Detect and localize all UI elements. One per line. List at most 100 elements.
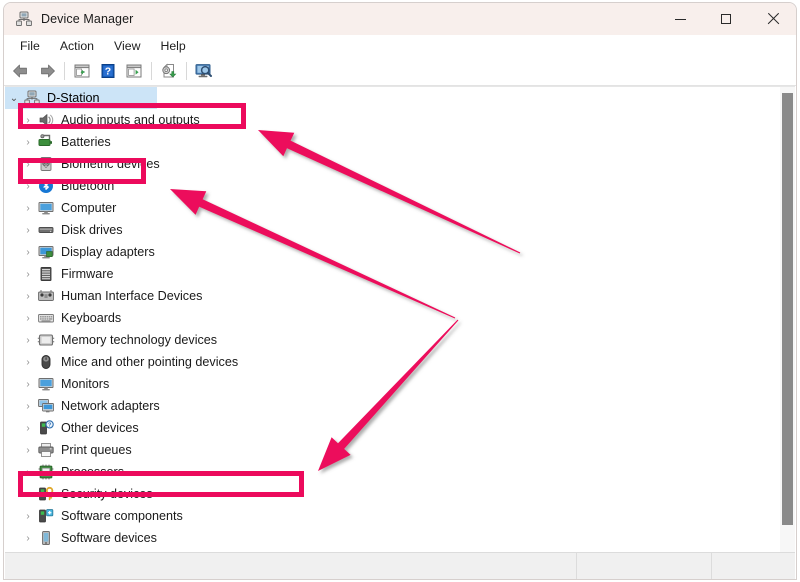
tree-item-label: Human Interface Devices: [61, 290, 202, 303]
tree-item[interactable]: › Software components: [5, 505, 795, 527]
tree-item-label: Other devices: [61, 422, 139, 435]
tree-item[interactable]: › Human Interface Devices: [5, 285, 795, 307]
chevron-right-icon[interactable]: ›: [19, 511, 37, 522]
tree-item-label: Processors: [61, 466, 124, 479]
software-component-icon: [37, 507, 55, 525]
tree-item[interactable]: › Software devices: [5, 527, 795, 549]
scan-hardware-changes-button[interactable]: [191, 59, 217, 83]
chevron-right-icon[interactable]: ›: [19, 467, 37, 478]
tree-item[interactable]: › Print queues: [5, 439, 795, 461]
chevron-right-icon[interactable]: ›: [19, 379, 37, 390]
chevron-right-icon[interactable]: ›: [19, 335, 37, 346]
status-segment-secondary: [577, 553, 712, 579]
menu-item-file[interactable]: File: [10, 37, 50, 55]
back-button[interactable]: [8, 59, 34, 83]
vertical-scrollbar[interactable]: [780, 87, 795, 552]
tree-item[interactable]: › Display adapters: [5, 241, 795, 263]
tree-item[interactable]: ›? Other devices: [5, 417, 795, 439]
chevron-right-icon[interactable]: ›: [19, 115, 37, 126]
device-tree: ⌄ D-Station ›Audio inputs: [5, 87, 795, 552]
close-button[interactable]: [749, 3, 796, 35]
chevron-right-icon[interactable]: ›: [19, 423, 37, 434]
update-driver-button[interactable]: [156, 59, 182, 83]
tree-item-label: Print queues: [61, 444, 132, 457]
toolbar-separator: [151, 62, 152, 80]
tree-item-label: Software devices: [61, 532, 157, 545]
chevron-right-icon[interactable]: ›: [19, 291, 37, 302]
maximize-button[interactable]: [703, 3, 749, 35]
chevron-down-icon[interactable]: ⌄: [5, 93, 23, 104]
display-adapter-icon: [37, 243, 55, 261]
properties-button[interactable]: [121, 59, 147, 83]
tree-item[interactable]: › Memory technology devices: [5, 329, 795, 351]
tree-item[interactable]: › Audio inputs and outputs: [5, 109, 795, 131]
toolbar: ?: [4, 57, 796, 86]
chevron-right-icon[interactable]: ›: [19, 357, 37, 368]
title-bar[interactable]: Device Manager: [4, 3, 796, 35]
tree-item-label: Bluetooth: [61, 180, 114, 193]
tree-item[interactable]: ›Disk drives: [5, 219, 795, 241]
chevron-right-icon[interactable]: ›: [19, 533, 37, 544]
chevron-right-icon[interactable]: ›: [19, 269, 37, 280]
forward-arrow-icon: [37, 62, 57, 80]
memory-icon: [37, 331, 55, 349]
tree-item[interactable]: ›Computer: [5, 197, 795, 219]
chevron-right-icon[interactable]: ›: [19, 313, 37, 324]
chevron-right-icon[interactable]: ›: [19, 489, 37, 500]
help-button[interactable]: ?: [95, 59, 121, 83]
tree-item[interactable]: › Monitors: [5, 373, 795, 395]
scan-monitor-icon: [193, 62, 215, 80]
menu-item-help[interactable]: Help: [150, 37, 195, 55]
forward-button[interactable]: [34, 59, 60, 83]
tree-item[interactable]: ›Security devices: [5, 483, 795, 505]
chevron-right-icon[interactable]: ›: [19, 203, 37, 214]
battery-icon: [37, 133, 55, 151]
software-device-icon: [37, 529, 55, 547]
tree-item-label: Monitors: [61, 378, 109, 391]
device-tree-panel[interactable]: ⌄ D-Station ›Audio inputs: [5, 86, 795, 552]
tree-item-label: Audio inputs and outputs: [61, 114, 200, 127]
tree-item[interactable]: ›Network adapters: [5, 395, 795, 417]
svg-text:?: ?: [105, 66, 111, 78]
chevron-right-icon[interactable]: ›: [19, 225, 37, 236]
minimize-icon: [675, 19, 686, 20]
chevron-right-icon[interactable]: ›: [19, 137, 37, 148]
chevron-right-icon[interactable]: ›: [19, 401, 37, 412]
printer-icon: [37, 441, 55, 459]
close-icon: [767, 13, 779, 25]
status-bar: [5, 552, 795, 579]
window-controls: [657, 3, 796, 35]
console-tree-icon: [72, 62, 92, 80]
properties-window-icon: [124, 62, 144, 80]
tree-item-label: Memory technology devices: [61, 334, 217, 347]
tree-item-label: Display adapters: [61, 246, 155, 259]
tree-item[interactable]: › Bluetooth: [5, 175, 795, 197]
tree-item[interactable]: › Processors: [5, 461, 795, 483]
tree-item[interactable]: ›Keyboards: [5, 307, 795, 329]
window-title: Device Manager: [41, 12, 133, 26]
scrollbar-thumb[interactable]: [782, 93, 793, 525]
menu-item-action[interactable]: Action: [50, 37, 104, 55]
menu-item-view[interactable]: View: [104, 37, 150, 55]
tree-item[interactable]: ›Biometric devices: [5, 153, 795, 175]
minimize-button[interactable]: [657, 3, 703, 35]
tree-item-label: Mice and other pointing devices: [61, 356, 238, 369]
show-hide-console-tree-button[interactable]: [69, 59, 95, 83]
computer-node-icon: [23, 89, 41, 107]
chevron-right-icon[interactable]: ›: [19, 247, 37, 258]
tree-item-root[interactable]: ⌄ D-Station: [5, 87, 157, 109]
svg-text:?: ?: [48, 423, 51, 429]
update-driver-icon: [159, 62, 179, 80]
device-manager-icon: [15, 10, 33, 28]
chevron-right-icon[interactable]: ›: [19, 445, 37, 456]
toolbar-separator: [186, 62, 187, 80]
tree-item[interactable]: ›Firmware: [5, 263, 795, 285]
chevron-right-icon[interactable]: ›: [19, 181, 37, 192]
tree-item[interactable]: › Mice and other pointing devices: [5, 351, 795, 373]
tree-item-label: Software components: [61, 510, 183, 523]
fingerprint-icon: [37, 155, 55, 173]
chevron-right-icon[interactable]: ›: [19, 159, 37, 170]
tree-item[interactable]: ›Batteries: [5, 131, 795, 153]
toolbar-separator: [64, 62, 65, 80]
speaker-icon: [37, 111, 55, 129]
